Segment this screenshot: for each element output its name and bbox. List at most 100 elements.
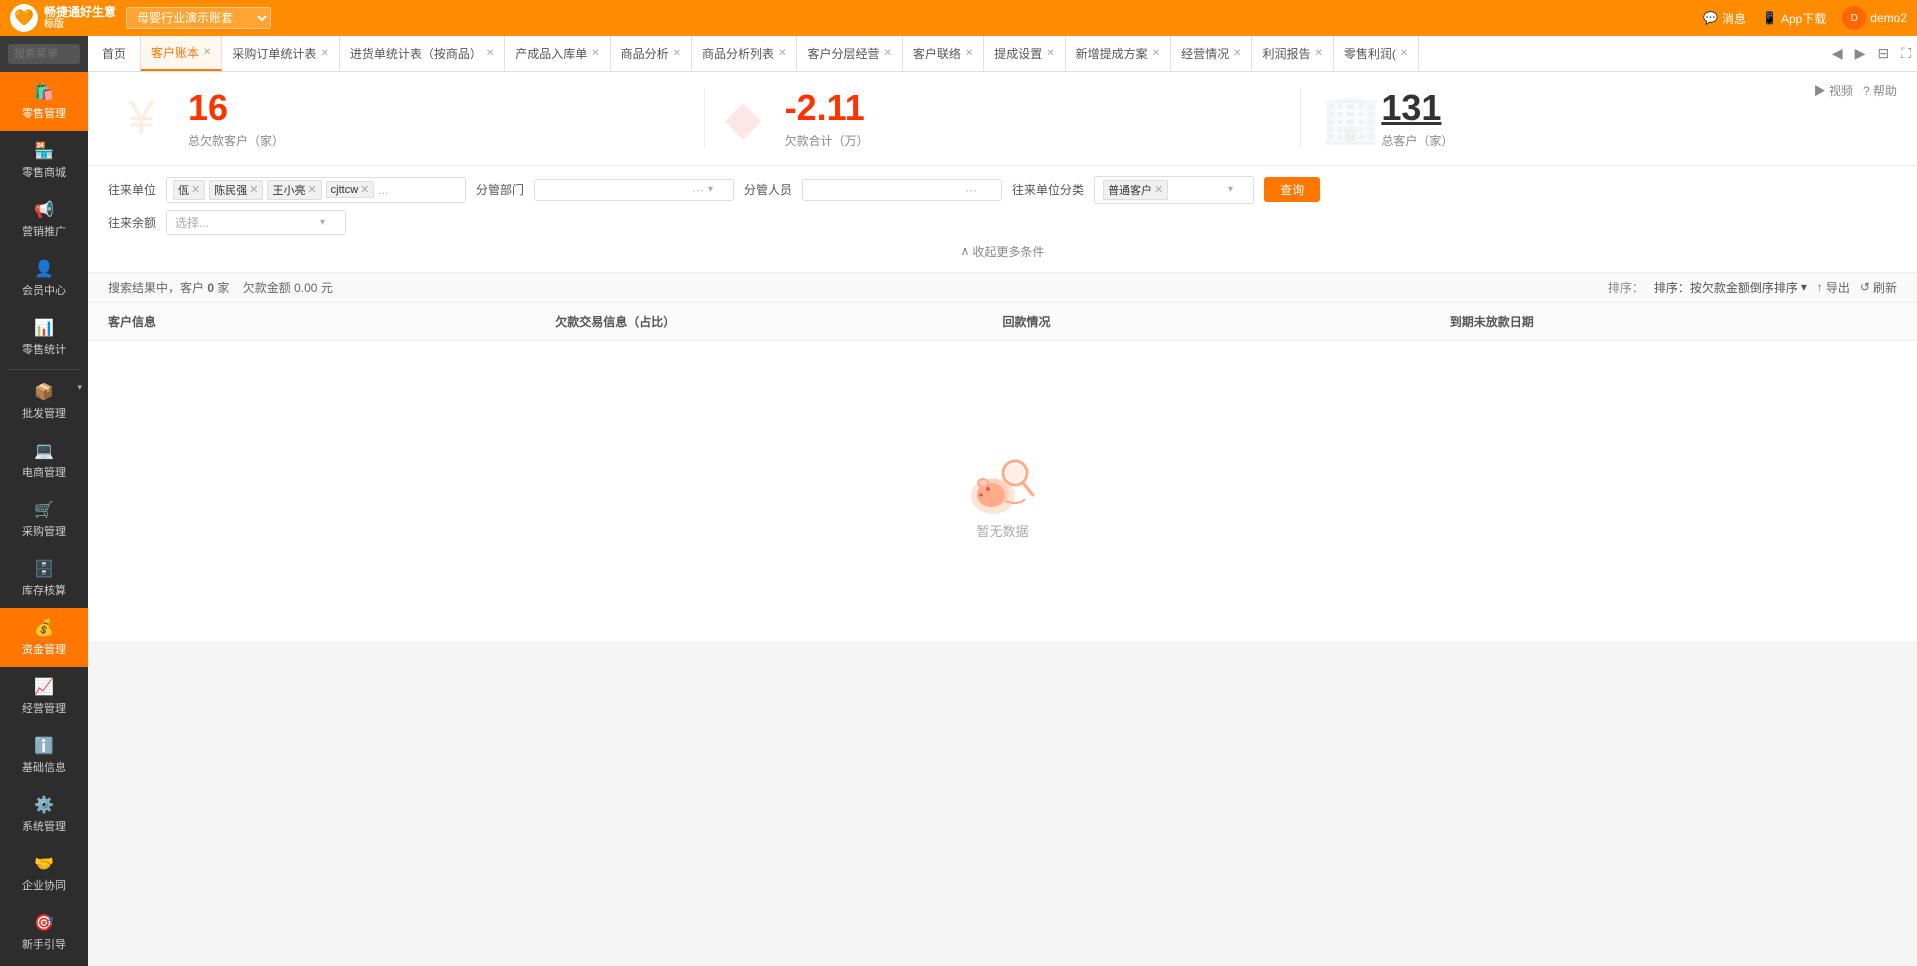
tab-product-analysis[interactable]: 商品分析 ✕ <box>611 36 692 71</box>
tab-close-purchase-stats[interactable]: ✕ <box>486 48 494 59</box>
sort-select[interactable]: 排序：按欠款金额倒序排序 ▾ <box>1654 279 1807 296</box>
sidebar-item-member-center[interactable]: 👤 会员中心 <box>0 249 88 308</box>
retail-stats-icon: 📊 <box>34 318 54 338</box>
tab-close-retail-profit[interactable]: ✕ <box>1400 48 1408 59</box>
account-selector[interactable]: 母婴行业演示账套 <box>126 7 271 29</box>
retail-mgmt-icon: 🛍️ <box>34 82 54 102</box>
unit-tag-0-remove[interactable]: ✕ <box>191 183 200 196</box>
tab-customer-segment[interactable]: 客户分层经营 ✕ <box>797 36 902 71</box>
sidebar-item-marketing[interactable]: 📢 营销推广 <box>0 190 88 249</box>
tab-home[interactable]: 首页 <box>88 36 141 71</box>
tab-customer-contact[interactable]: 客户联络 ✕ <box>903 36 984 71</box>
sidebar-item-basic-info[interactable]: ℹ️ 基础信息 <box>0 726 88 785</box>
sidebar-item-wholesale-mgmt[interactable]: 📦 批发管理 ▾ <box>0 372 88 431</box>
sidebar-item-label: 新手引导 <box>22 936 66 952</box>
unit-category-select[interactable]: 普通客户 ✕ ▾ <box>1094 176 1254 204</box>
unit-category-tag-remove[interactable]: ✕ <box>1154 183 1163 196</box>
sidebar-item-operations[interactable]: 📈 经营管理 <box>0 667 88 726</box>
filter-row-2: 往来余额 选择... ▾ <box>108 210 1897 235</box>
empty-text: 暂无数据 <box>976 521 1028 540</box>
tab-customer-ledger[interactable]: 客户账本 ✕ <box>141 36 222 71</box>
sidebar-item-label: 零售统计 <box>22 341 66 357</box>
sidebar-item-enterprise[interactable]: 🤝 企业协同 <box>0 844 88 903</box>
sidebar-item-retail-mall[interactable]: 🏪 零售商城 <box>0 131 88 190</box>
unit-filter-tags[interactable]: 佤 ✕ 陈民强 ✕ 王小亮 ✕ <box>166 177 466 203</box>
tab-operation-status[interactable]: 经营情况 ✕ <box>1171 36 1252 71</box>
app-download-btn[interactable]: 📱 App下载 <box>1762 10 1826 27</box>
col-customer-info: 客户信息 <box>108 313 555 330</box>
tab-close-product-analysis[interactable]: ✕ <box>673 48 681 59</box>
sidebar-item-retail-mgmt[interactable]: 🛍️ 零售管理 <box>0 72 88 131</box>
logo-text: 畅捷通好生意 标版 <box>44 5 116 31</box>
tab-close-operation-status[interactable]: ✕ <box>1233 48 1241 59</box>
result-bar-right: 排序： 排序：按欠款金额倒序排序 ▾ ↑ 导出 ↺ 刷新 <box>1608 279 1897 296</box>
tab-close-customer-ledger[interactable]: ✕ <box>203 47 211 58</box>
sidebar-item-finance[interactable]: 💰 资金管理 <box>0 608 88 667</box>
tab-close-profit-report[interactable]: ✕ <box>1315 48 1323 59</box>
message-btn[interactable]: 💬 消息 <box>1703 10 1746 27</box>
tab-close-product-entry[interactable]: ✕ <box>591 48 599 59</box>
unit-tag-1-remove[interactable]: ✕ <box>249 183 258 196</box>
person-filter-select[interactable]: ··· <box>802 179 1002 201</box>
dept-filter-select[interactable]: ··· ▾ <box>534 179 734 201</box>
col-debt-info: 欠款交易信息（占比） <box>555 313 1002 330</box>
balance-filter-label: 往来余额 <box>108 214 156 231</box>
sidebar-item-retail-stats[interactable]: 📊 零售统计 <box>0 308 88 367</box>
sidebar-item-label: 经营管理 <box>22 700 66 716</box>
tab-close-customer-contact[interactable]: ✕ <box>965 48 973 59</box>
sidebar-item-newbie[interactable]: 🎯 新手引导 <box>0 903 88 962</box>
tab-nav-prev[interactable]: ◀ <box>1826 45 1849 62</box>
sidebar-item-inventory[interactable]: 🗄️ 库存核算 <box>0 549 88 608</box>
tab-close-new-promotion[interactable]: ✕ <box>1152 48 1160 59</box>
sidebar-item-system[interactable]: ⚙️ 系统管理 <box>0 785 88 844</box>
tab-bar: 首页 客户账本 ✕ 采购订单统计表 ✕ 进货单统计表（按商品） ✕ <box>88 36 1917 72</box>
total-customers-label: 总客户（家） <box>1381 132 1453 149</box>
tab-product-entry[interactable]: 产成品入库单 ✕ <box>505 36 610 71</box>
empty-illustration <box>953 441 1053 521</box>
query-button[interactable]: 查询 <box>1264 177 1320 202</box>
tab-close-promotion-settings[interactable]: ✕ <box>1046 48 1054 59</box>
empty-state: 暂无数据 <box>953 441 1053 540</box>
tab-close-purchase-order[interactable]: ✕ <box>320 48 328 59</box>
tab-purchase-stats[interactable]: 进货单统计表（按商品） ✕ <box>340 36 505 71</box>
sidebar-item-app-center[interactable]: 📱 应用中心 <box>0 962 88 966</box>
unit-tag-1: 陈民强 ✕ <box>209 180 263 200</box>
unit-tag-2-remove[interactable]: ✕ <box>307 183 316 196</box>
sidebar-item-label: 会员中心 <box>22 282 66 298</box>
table-body: 暂无数据 <box>88 341 1917 641</box>
sidebar-divider <box>8 369 80 370</box>
tab-promotion-settings[interactable]: 提成设置 ✕ <box>984 36 1065 71</box>
tab-purchase-order[interactable]: 采购订单统计表 ✕ <box>222 36 339 71</box>
tab-retail-profit[interactable]: 零售利润( ✕ <box>1334 36 1419 71</box>
tab-menu-btn[interactable]: ⊟ <box>1871 45 1895 62</box>
tab-new-promotion[interactable]: 新增提成方案 ✕ <box>1066 36 1171 71</box>
unit-tag-3: cjttcw ✕ <box>326 181 375 198</box>
sidebar-item-ecommerce[interactable]: 💻 电商管理 <box>0 431 88 490</box>
top-bar-right: 💬 消息 📱 App下载 D demo2 <box>1703 6 1907 30</box>
user-avatar-btn[interactable]: D demo2 <box>1842 6 1907 30</box>
col-repayment: 回款情况 <box>1003 313 1450 330</box>
operations-icon: 📈 <box>34 677 54 697</box>
tab-nav-next[interactable]: ▶ <box>1849 45 1872 62</box>
unit-filter-more[interactable]: ... <box>378 183 388 197</box>
result-count-text: 搜索结果中，客户 0 家 欠款金额 0.00 元 <box>108 279 333 296</box>
stat-credit-customers: ¥ 16 总欠款客户（家） <box>108 88 705 149</box>
sidebar-item-purchase[interactable]: 🛒 采购管理 <box>0 490 88 549</box>
tab-fullscreen-btn[interactable]: ⛶ <box>1895 45 1917 62</box>
refresh-btn[interactable]: ↺ 刷新 <box>1860 279 1897 296</box>
refresh-icon: ↺ <box>1860 280 1870 294</box>
export-btn[interactable]: ↑ 导出 <box>1817 279 1850 296</box>
sidebar-item-label: 采购管理 <box>22 523 66 539</box>
building-bg-icon: 🏢 <box>1321 90 1381 147</box>
tab-product-analysis-list[interactable]: 商品分析列表 ✕ <box>692 36 797 71</box>
collapse-btn[interactable]: ∧ 收起更多条件 <box>108 241 1897 262</box>
unit-tag-3-remove[interactable]: ✕ <box>360 183 369 196</box>
export-icon: ↑ <box>1817 280 1823 294</box>
tab-close-product-analysis-list[interactable]: ✕ <box>778 48 786 59</box>
total-customers-value: 131 <box>1381 88 1453 128</box>
unit-filter-label: 往来单位 <box>108 181 156 198</box>
tab-close-customer-segment[interactable]: ✕ <box>883 48 891 59</box>
tab-profit-report[interactable]: 利润报告 ✕ <box>1252 36 1333 71</box>
sidebar-search-input[interactable] <box>8 44 80 64</box>
balance-filter-select[interactable]: 选择... ▾ <box>166 210 346 235</box>
